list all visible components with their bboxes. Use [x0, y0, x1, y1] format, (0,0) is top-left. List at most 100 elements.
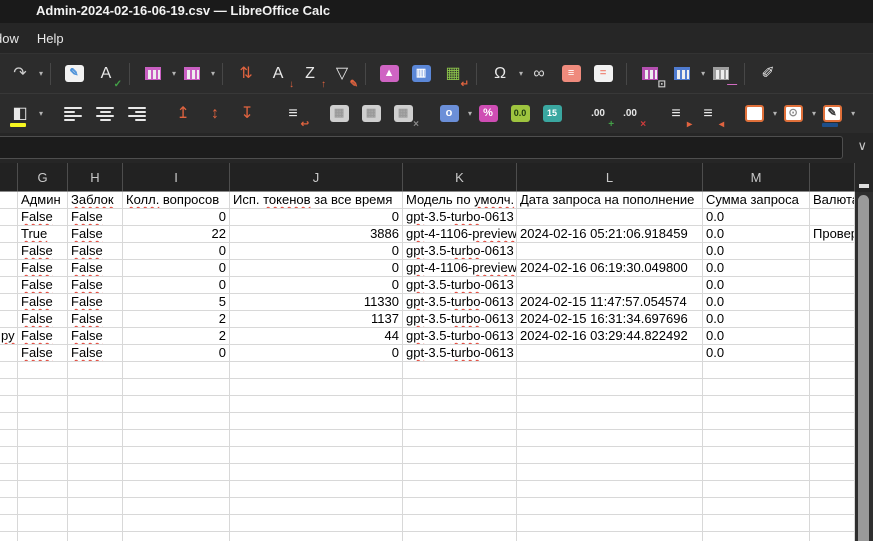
merge-cells-icon[interactable]: ▦	[359, 100, 383, 128]
cell[interactable]	[230, 515, 403, 532]
border-style-icon-dropdown-arrow[interactable]: ▾	[812, 109, 816, 118]
cell[interactable]	[517, 362, 703, 379]
increase-indent-icon[interactable]: ≡ ▸	[664, 100, 692, 129]
cell[interactable]: gpt-3.5-turbo-0613	[403, 345, 517, 362]
menu-item-help[interactable]: Help	[28, 27, 73, 50]
cell[interactable]: 2	[123, 311, 230, 328]
cell[interactable]	[403, 532, 517, 541]
cell[interactable]	[68, 532, 123, 541]
cell[interactable]	[0, 209, 18, 226]
cell[interactable]	[810, 515, 855, 532]
cell[interactable]: 0.0	[703, 260, 810, 277]
cell[interactable]	[703, 532, 810, 541]
cell[interactable]: 0	[230, 345, 403, 362]
cell[interactable]: 3886	[230, 226, 403, 243]
redo-icon[interactable]: ↷	[8, 60, 32, 88]
cell[interactable]	[18, 413, 68, 430]
cell[interactable]	[68, 464, 123, 481]
cell[interactable]	[703, 413, 810, 430]
column-header-H[interactable]: H	[68, 163, 123, 191]
freeze-panes-icon-dropdown-arrow[interactable]: ▾	[701, 69, 705, 78]
spelling-icon[interactable]: ✎	[62, 60, 86, 88]
cell[interactable]	[0, 430, 18, 447]
cell[interactable]: 5	[123, 294, 230, 311]
cell[interactable]	[0, 515, 18, 532]
percent-format-icon[interactable]: %	[476, 100, 500, 128]
sort-icon[interactable]: ⇅	[234, 60, 258, 88]
cell[interactable]	[703, 481, 810, 498]
scroll-up-icon[interactable]	[859, 184, 869, 188]
special-character-icon[interactable]: Ω	[488, 60, 512, 88]
cell[interactable]	[0, 498, 18, 515]
cell[interactable]	[517, 379, 703, 396]
cell[interactable]	[18, 532, 68, 541]
menu-item-window[interactable]: dow	[0, 27, 28, 50]
cell[interactable]	[0, 464, 18, 481]
cell[interactable]	[703, 515, 810, 532]
cell[interactable]	[403, 481, 517, 498]
cell[interactable]	[810, 532, 855, 541]
column-header-I[interactable]: I	[123, 163, 230, 191]
cell[interactable]	[230, 430, 403, 447]
column-header-stub[interactable]	[0, 163, 18, 191]
cell[interactable]	[403, 515, 517, 532]
cell[interactable]: True	[18, 226, 68, 243]
cell[interactable]: Админ	[18, 192, 68, 209]
cell[interactable]: False	[68, 277, 123, 294]
cell[interactable]	[403, 413, 517, 430]
cell[interactable]	[703, 447, 810, 464]
cell[interactable]: 0.0	[703, 311, 810, 328]
cell[interactable]	[123, 481, 230, 498]
cell[interactable]	[123, 379, 230, 396]
cell[interactable]: gpt-3.5-turbo-0613	[403, 328, 517, 345]
cell[interactable]: 0	[123, 277, 230, 294]
cell[interactable]: False	[68, 243, 123, 260]
cell[interactable]: Сумма запроса	[703, 192, 810, 209]
cell[interactable]	[0, 362, 18, 379]
cell[interactable]	[0, 447, 18, 464]
cell[interactable]: 2	[123, 328, 230, 345]
column-header-M[interactable]: M	[703, 163, 810, 191]
cell[interactable]	[810, 413, 855, 430]
border-color-icon[interactable]: ✎	[820, 100, 844, 128]
cell[interactable]: 22	[123, 226, 230, 243]
cell[interactable]: False	[68, 260, 123, 277]
cell[interactable]	[0, 277, 18, 294]
freeze-panes-icon[interactable]	[670, 60, 694, 88]
center-vertically-icon[interactable]: ↕	[203, 100, 227, 128]
cell[interactable]	[230, 464, 403, 481]
cell[interactable]: False	[18, 345, 68, 362]
cell[interactable]	[0, 345, 18, 362]
cell[interactable]	[18, 362, 68, 379]
align-bottom-icon[interactable]: ↧	[235, 100, 259, 128]
redo-icon-dropdown-arrow[interactable]: ▾	[39, 69, 43, 78]
align-center-icon[interactable]	[93, 100, 117, 128]
border-style-icon[interactable]: ⊙	[781, 100, 805, 128]
cell[interactable]	[0, 260, 18, 277]
cell[interactable]	[810, 379, 855, 396]
cell[interactable]	[810, 447, 855, 464]
insert-rows-icon-dropdown-arrow[interactable]: ▾	[172, 69, 176, 78]
cell[interactable]	[0, 192, 18, 209]
cell[interactable]: False	[18, 294, 68, 311]
cell[interactable]	[123, 413, 230, 430]
cell[interactable]	[123, 498, 230, 515]
add-decimal-place-icon[interactable]: .00 +	[586, 100, 614, 129]
cell[interactable]: 0.0	[703, 294, 810, 311]
cell[interactable]	[18, 498, 68, 515]
cell[interactable]	[230, 362, 403, 379]
cell[interactable]	[810, 464, 855, 481]
cell[interactable]	[68, 498, 123, 515]
cell[interactable]	[810, 362, 855, 379]
cell[interactable]	[517, 243, 703, 260]
cell[interactable]	[230, 481, 403, 498]
cell[interactable]	[703, 498, 810, 515]
column-header-stub[interactable]	[810, 163, 855, 191]
cell[interactable]: gpt-4-1106-preview	[403, 226, 517, 243]
cell[interactable]	[123, 515, 230, 532]
cell[interactable]: 0.0	[703, 277, 810, 294]
cell[interactable]	[403, 464, 517, 481]
cell[interactable]	[703, 362, 810, 379]
cell[interactable]	[68, 515, 123, 532]
cell[interactable]: False	[68, 328, 123, 345]
